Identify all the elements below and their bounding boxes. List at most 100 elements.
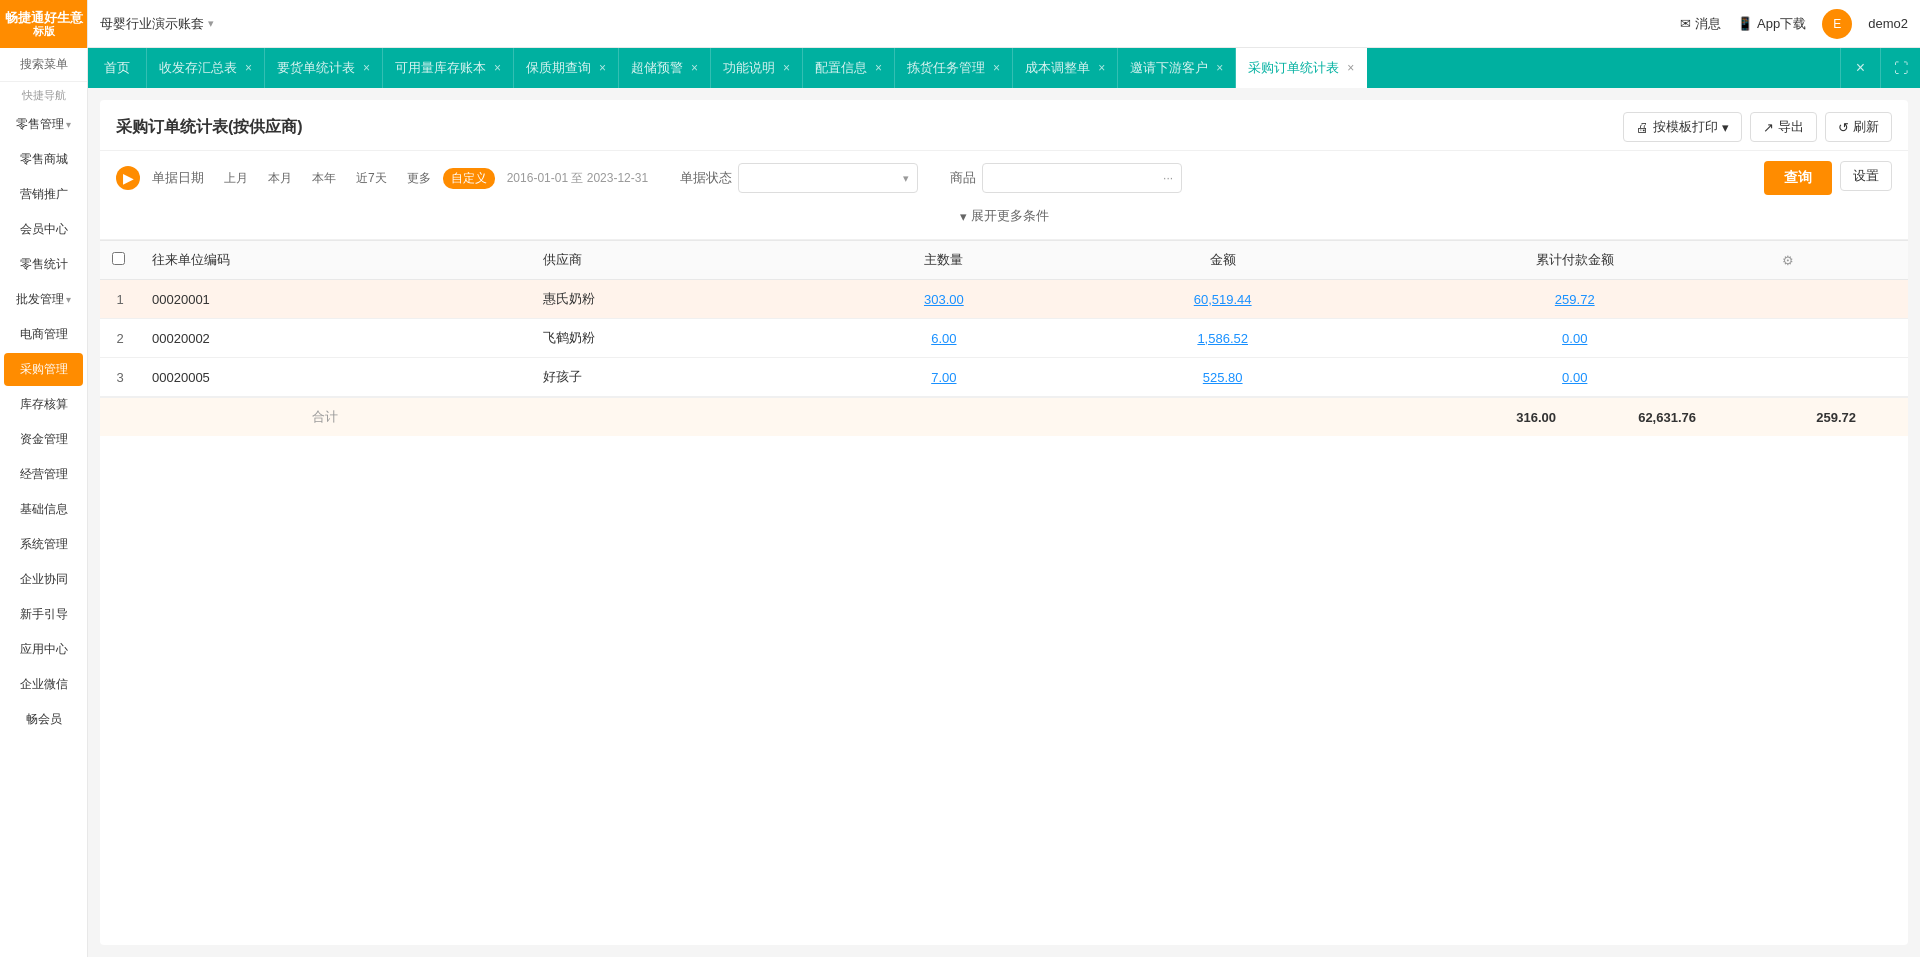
tab-available-stock[interactable]: 可用量库存账本 × [383, 48, 514, 88]
sidebar-item-vip[interactable]: 畅会员 [4, 703, 83, 736]
shortcut-7days[interactable]: 近7天 [348, 168, 395, 189]
sidebar-item-system[interactable]: 系统管理 [4, 528, 83, 561]
sidebar-item-retail-stats[interactable]: 零售统计 [4, 248, 83, 281]
tab-home[interactable]: 首页 [88, 48, 147, 88]
tab-picking-task[interactable]: 拣货任务管理 × [895, 48, 1013, 88]
footer-qty: 316.00 [1436, 410, 1556, 425]
sidebar-item-wholesale-management[interactable]: 批发管理 ▾ [4, 283, 83, 316]
sidebar-item-inventory[interactable]: 库存核算 [4, 388, 83, 421]
status-select[interactable]: ▾ [738, 163, 918, 193]
sidebar-item-purchase-management[interactable]: 采购管理 [4, 353, 83, 386]
close-icon[interactable]: × [993, 61, 1000, 75]
shortcut-last-month[interactable]: 上月 [216, 168, 256, 189]
expand-tabs-button[interactable]: ⛶ [1880, 48, 1920, 88]
row-supplier: 惠氏奶粉 [531, 280, 822, 319]
export-button[interactable]: ↗ 导出 [1750, 112, 1817, 142]
refresh-icon: ↺ [1838, 120, 1849, 135]
page-card: 采购订单统计表(按供应商) 🖨 按模板打印 ▾ ↗ 导出 ↺ 刷新 [100, 100, 1908, 945]
sidebar-item-retail-shop[interactable]: 零售商城 [4, 143, 83, 176]
col-paid: 累计付款金额 [1379, 241, 1770, 280]
sidebar-item-ecommerce[interactable]: 电商管理 [4, 318, 83, 351]
chevron-down-icon: ▾ [66, 294, 71, 305]
sidebar-item-operation[interactable]: 经营管理 [4, 458, 83, 491]
sidebar-item-base-info[interactable]: 基础信息 [4, 493, 83, 526]
top-bar-right: ✉ 消息 📱 App下载 E demo2 [1680, 9, 1908, 39]
chevron-down-icon: ▾ [903, 172, 909, 185]
select-all-checkbox[interactable] [112, 252, 125, 265]
row-qty: 303.00 [822, 280, 1066, 319]
close-icon[interactable]: × [363, 61, 370, 75]
logo-text: 畅捷通好生意 [5, 10, 83, 26]
goods-input[interactable]: ··· [982, 163, 1182, 193]
data-table: 往来单位编码 供应商 主数量 金额 累计付款金额 ⚙ 1 00020001 [100, 240, 1908, 397]
tab-purchase-order-stats[interactable]: 采购订单统计表 × [1236, 48, 1367, 88]
row-unit-code: 00020005 [140, 358, 531, 397]
sidebar-item-member-center[interactable]: 会员中心 [4, 213, 83, 246]
sidebar-search[interactable]: 搜索菜单 [0, 48, 87, 82]
settings-button[interactable]: 设置 [1840, 161, 1892, 191]
shortcut-custom[interactable]: 自定义 [443, 168, 495, 189]
tab-cost-adjust[interactable]: 成本调整单 × [1013, 48, 1118, 88]
tab-bar-right: × ⛶ [1840, 48, 1920, 88]
table-header-row: 往来单位编码 供应商 主数量 金额 累计付款金额 ⚙ [100, 241, 1908, 280]
close-all-tabs-button[interactable]: × [1840, 48, 1880, 88]
message-icon: ✉ [1680, 16, 1691, 31]
sidebar-item-enterprise[interactable]: 企业协同 [4, 563, 83, 596]
row-index: 1 [100, 280, 140, 319]
status-filter: 单据状态 ▾ [680, 163, 918, 193]
row-amount: 1,586.52 [1066, 319, 1379, 358]
row-amount: 60,519.44 [1066, 280, 1379, 319]
shortcut-this-month[interactable]: 本月 [260, 168, 300, 189]
workspace-title[interactable]: 母婴行业演示账套 ▾ [100, 15, 214, 33]
close-icon[interactable]: × [875, 61, 882, 75]
tab-overstock[interactable]: 超储预警 × [619, 48, 711, 88]
tab-config-info[interactable]: 配置信息 × [803, 48, 895, 88]
username[interactable]: demo2 [1868, 16, 1908, 31]
row-supplier: 好孩子 [531, 358, 822, 397]
shortcut-more[interactable]: 更多 [399, 168, 439, 189]
close-icon[interactable]: × [1347, 61, 1354, 75]
close-icon[interactable]: × [691, 61, 698, 75]
sidebar-item-enterprise-wechat[interactable]: 企业微信 [4, 668, 83, 701]
tab-warranty[interactable]: 保质期查询 × [514, 48, 619, 88]
tab-order-stats[interactable]: 要货单统计表 × [265, 48, 383, 88]
sidebar-item-new-guide[interactable]: 新手引导 [4, 598, 83, 631]
print-template-button[interactable]: 🖨 按模板打印 ▾ [1623, 112, 1742, 142]
sidebar-item-marketing[interactable]: 营销推广 [4, 178, 83, 211]
close-icon[interactable]: × [599, 61, 606, 75]
table-footer: 合计 316.00 62,631.76 259.72 [100, 397, 1908, 436]
sidebar-item-app-center[interactable]: 应用中心 [4, 633, 83, 666]
row-unit-code: 00020001 [140, 280, 531, 319]
app-download-button[interactable]: 📱 App下载 [1737, 15, 1806, 33]
sidebar-item-retail-management[interactable]: 零售管理 ▾ [4, 108, 83, 141]
row-unit-code: 00020002 [140, 319, 531, 358]
shortcut-this-year[interactable]: 本年 [304, 168, 344, 189]
filter-toggle-button[interactable]: ▶ [116, 166, 140, 190]
refresh-button[interactable]: ↺ 刷新 [1825, 112, 1892, 142]
tab-receive-pay[interactable]: 收发存汇总表 × [147, 48, 265, 88]
tab-func-desc[interactable]: 功能说明 × [711, 48, 803, 88]
row-actions [1770, 358, 1908, 397]
close-icon[interactable]: × [783, 61, 790, 75]
row-actions [1770, 280, 1908, 319]
workspace-dropdown-icon: ▾ [208, 17, 214, 30]
query-button[interactable]: 查询 [1764, 161, 1832, 195]
goods-filter: 商品 ··· [950, 163, 1182, 193]
row-index: 2 [100, 319, 140, 358]
chevron-down-icon: ▾ [1722, 120, 1729, 135]
tab-invite-downstream[interactable]: 邀请下游客户 × [1118, 48, 1236, 88]
close-icon[interactable]: × [245, 61, 252, 75]
expand-more-button[interactable]: ▾ 展开更多条件 [116, 203, 1892, 229]
expand-label: 展开更多条件 [971, 207, 1049, 225]
avatar[interactable]: E [1822, 9, 1852, 39]
print-icon: 🖨 [1636, 120, 1649, 135]
status-label: 单据状态 [680, 169, 732, 187]
sidebar-item-finance[interactable]: 资金管理 [4, 423, 83, 456]
phone-icon: 📱 [1737, 16, 1753, 31]
close-icon[interactable]: × [494, 61, 501, 75]
settings-icon[interactable]: ⚙ [1782, 253, 1794, 268]
close-icon[interactable]: × [1216, 61, 1223, 75]
message-button[interactable]: ✉ 消息 [1680, 15, 1721, 33]
close-icon[interactable]: × [1098, 61, 1105, 75]
row-paid: 0.00 [1379, 319, 1770, 358]
